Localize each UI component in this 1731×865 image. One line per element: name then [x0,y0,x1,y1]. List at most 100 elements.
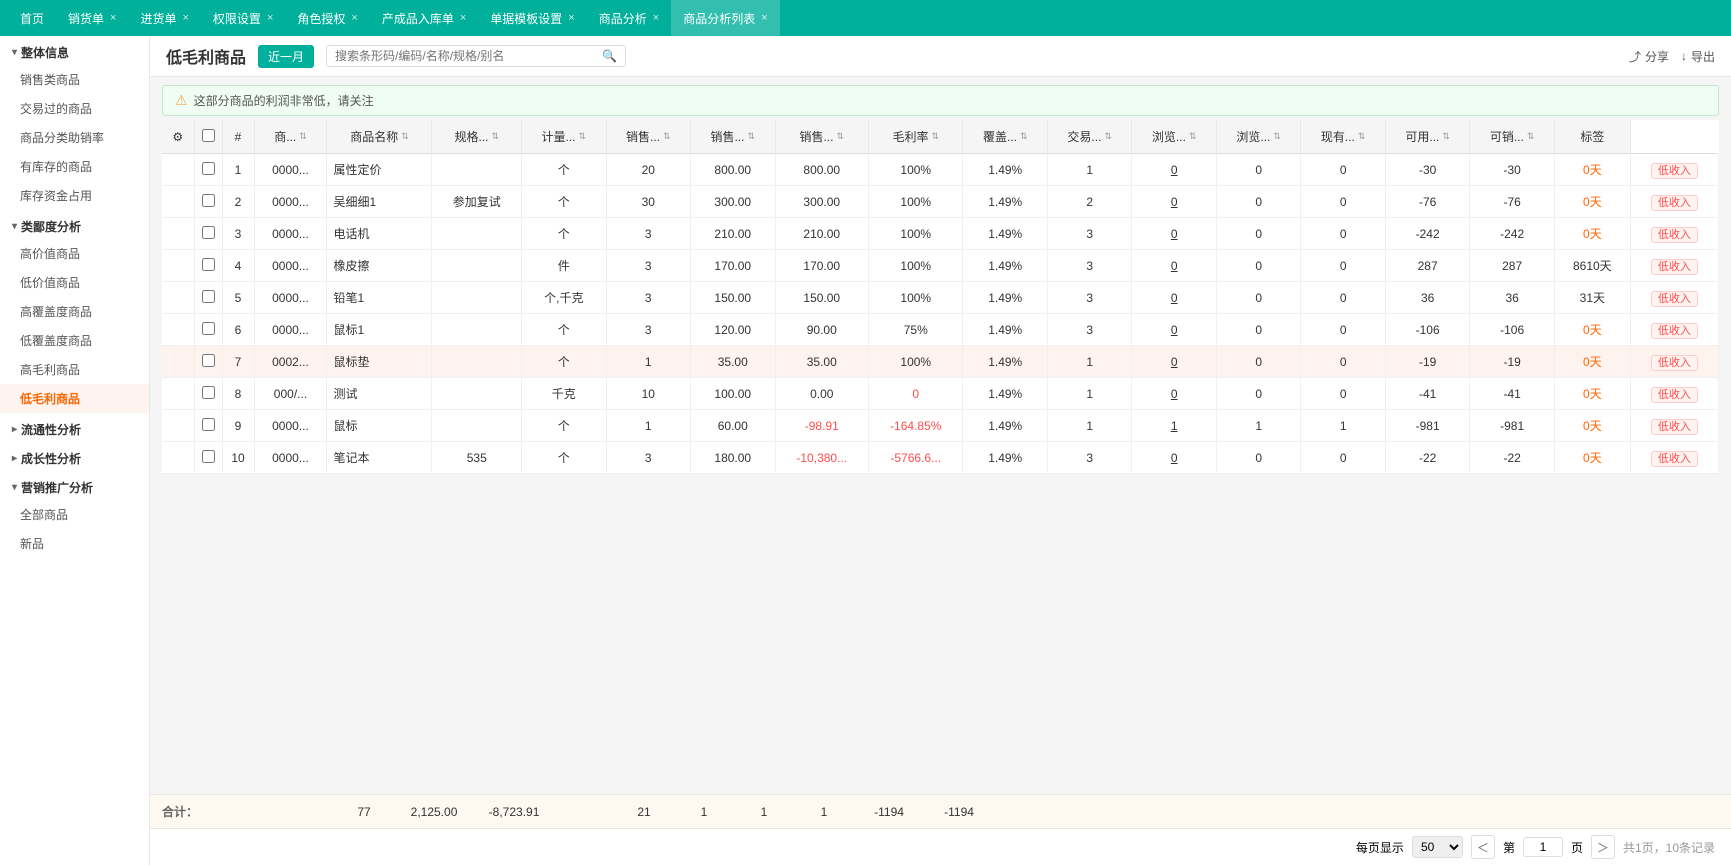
th-sale-price[interactable]: 销售...⇅ [691,120,775,154]
nav-permission-close[interactable]: × [267,12,273,24]
row-checkbox[interactable] [202,194,215,207]
sidebar-item-all-goods[interactable]: 全部商品 [0,500,149,529]
cell-check[interactable] [194,282,222,314]
th-sale-amt[interactable]: 销售...⇅ [775,120,869,154]
cell-trade[interactable]: 0 [1132,154,1216,186]
th-browse1[interactable]: 浏览...⇅ [1132,120,1216,154]
cell-browse1: 0 [1216,218,1300,250]
cell-settings [162,218,194,250]
cell-sale-days: 0天 [1554,442,1630,474]
nav-permission-settings[interactable]: 权限设置 × [201,0,285,36]
th-trade[interactable]: 交易...⇅ [1047,120,1131,154]
th-gross-rate[interactable]: 毛利率⇅ [869,120,963,154]
th-spec[interactable]: 规格...⇅ [432,120,522,154]
th-unit[interactable]: 计量...⇅ [522,120,606,154]
sidebar-item-low-profit[interactable]: 低毛利商品 [0,384,149,413]
sidebar-item-traded-goods[interactable]: 交易过的商品 [0,94,149,123]
check-all[interactable] [202,129,215,142]
sidebar-item-stocked-goods[interactable]: 有库存的商品 [0,152,149,181]
th-sale-qty[interactable]: 销售...⇅ [606,120,690,154]
cell-check[interactable] [194,378,222,410]
nav-product-analysis[interactable]: 商品分析 × [587,0,671,36]
sidebar-item-new-goods[interactable]: 新品 [0,529,149,558]
nav-product-analysis-list[interactable]: 商品分析列表 × [671,0,779,36]
cell-check[interactable] [194,186,222,218]
th-stock-now[interactable]: 现有...⇅ [1301,120,1385,154]
export-button[interactable]: ↓ 导出 [1681,48,1715,65]
row-checkbox[interactable] [202,258,215,271]
cell-check[interactable] [194,250,222,282]
nav-product-in-close[interactable]: × [460,12,466,24]
nav-product-in[interactable]: 产成品入库单 × [370,0,478,36]
row-checkbox[interactable] [202,162,215,175]
nav-purchase-order-close[interactable]: × [182,12,188,24]
cell-trade[interactable]: 0 [1132,346,1216,378]
row-checkbox[interactable] [202,226,215,239]
th-settings[interactable]: ⚙ [162,120,194,154]
cell-trade[interactable]: 0 [1132,250,1216,282]
sidebar-group-growth[interactable]: ▸ 成长性分析 [0,442,149,471]
cell-trade[interactable]: 0 [1132,186,1216,218]
nav-product-list-close[interactable]: × [761,12,767,24]
cell-trade[interactable]: 0 [1132,282,1216,314]
cell-check[interactable] [194,218,222,250]
th-coverage[interactable]: 覆盖...⇅ [963,120,1047,154]
th-browse2[interactable]: 浏览...⇅ [1216,120,1300,154]
period-button[interactable]: 近一月 [258,45,314,68]
th-sale-days[interactable]: 可销...⇅ [1470,120,1554,154]
cell-trade[interactable]: 1 [1132,410,1216,442]
next-page-button[interactable]: ＞ [1591,835,1615,859]
sidebar-item-high-profit[interactable]: 高毛利商品 [0,355,149,384]
cell-stock-avail: -19 [1470,346,1554,378]
th-code[interactable]: 商...⇅ [254,120,327,154]
sidebar-item-stock-capital[interactable]: 库存资金占用 [0,181,149,210]
nav-purchase-order[interactable]: 进货单 × [128,0,200,36]
cell-trade[interactable]: 0 [1132,442,1216,474]
sidebar-item-category-rate[interactable]: 商品分类助销率 [0,123,149,152]
page-number-input[interactable] [1523,837,1563,857]
cell-check[interactable] [194,410,222,442]
nav-sales-order[interactable]: 销货单 × [56,0,128,36]
nav-role-close[interactable]: × [351,12,357,24]
cell-check[interactable] [194,442,222,474]
cell-check[interactable] [194,314,222,346]
row-checkbox[interactable] [202,354,215,367]
sidebar-item-low-coverage[interactable]: 低覆盖度商品 [0,326,149,355]
cell-trade[interactable]: 0 [1132,314,1216,346]
cell-sale-pct: 100% [869,282,963,314]
row-checkbox[interactable] [202,290,215,303]
sidebar-group-marketing[interactable]: ▾ 营销推广分析 [0,471,149,500]
share-button[interactable]: ⤴ 分享 [1629,48,1669,65]
search-icon[interactable]: 🔍 [602,49,617,63]
prev-page-button[interactable]: ＜ [1471,835,1495,859]
cell-check[interactable] [194,346,222,378]
th-stock-avail[interactable]: 可用...⇅ [1385,120,1469,154]
nav-product-analysis-close[interactable]: × [653,12,659,24]
th-check[interactable] [194,120,222,154]
nav-template-settings[interactable]: 单据模板设置 × [478,0,586,36]
row-checkbox[interactable] [202,322,215,335]
sidebar-item-high-value[interactable]: 高价值商品 [0,239,149,268]
per-page-select[interactable]: 50 100 200 [1412,836,1463,858]
share-icon: ⤴ [1629,48,1641,65]
nav-sales-order-close[interactable]: × [110,12,116,24]
cell-check[interactable] [194,154,222,186]
cell-tag: 低收入 [1630,218,1718,250]
nav-template-close[interactable]: × [568,12,574,24]
sidebar-item-high-coverage[interactable]: 高覆盖度商品 [0,297,149,326]
sidebar-item-low-value[interactable]: 低价值商品 [0,268,149,297]
sidebar-group-scarcity[interactable]: ▾ 类鄙度分析 [0,210,149,239]
search-input[interactable] [335,49,598,63]
sidebar-group-circulation[interactable]: ▸ 流通性分析 [0,413,149,442]
row-checkbox[interactable] [202,418,215,431]
sidebar-group-overall[interactable]: ▾ 整体信息 [0,36,149,65]
th-name[interactable]: 商品名称⇅ [327,120,432,154]
sidebar-item-sales-goods[interactable]: 销售类商品 [0,65,149,94]
row-checkbox[interactable] [202,450,215,463]
table-container[interactable]: ⚙ # 商...⇅ 商品名称⇅ 规格...⇅ 计量...⇅ 销售...⇅ 销售.… [162,120,1719,794]
cell-trade[interactable]: 0 [1132,218,1216,250]
nav-home[interactable]: 首页 [8,0,56,36]
cell-trade[interactable]: 0 [1132,378,1216,410]
row-checkbox[interactable] [202,386,215,399]
nav-role-auth[interactable]: 角色授权 × [285,0,369,36]
